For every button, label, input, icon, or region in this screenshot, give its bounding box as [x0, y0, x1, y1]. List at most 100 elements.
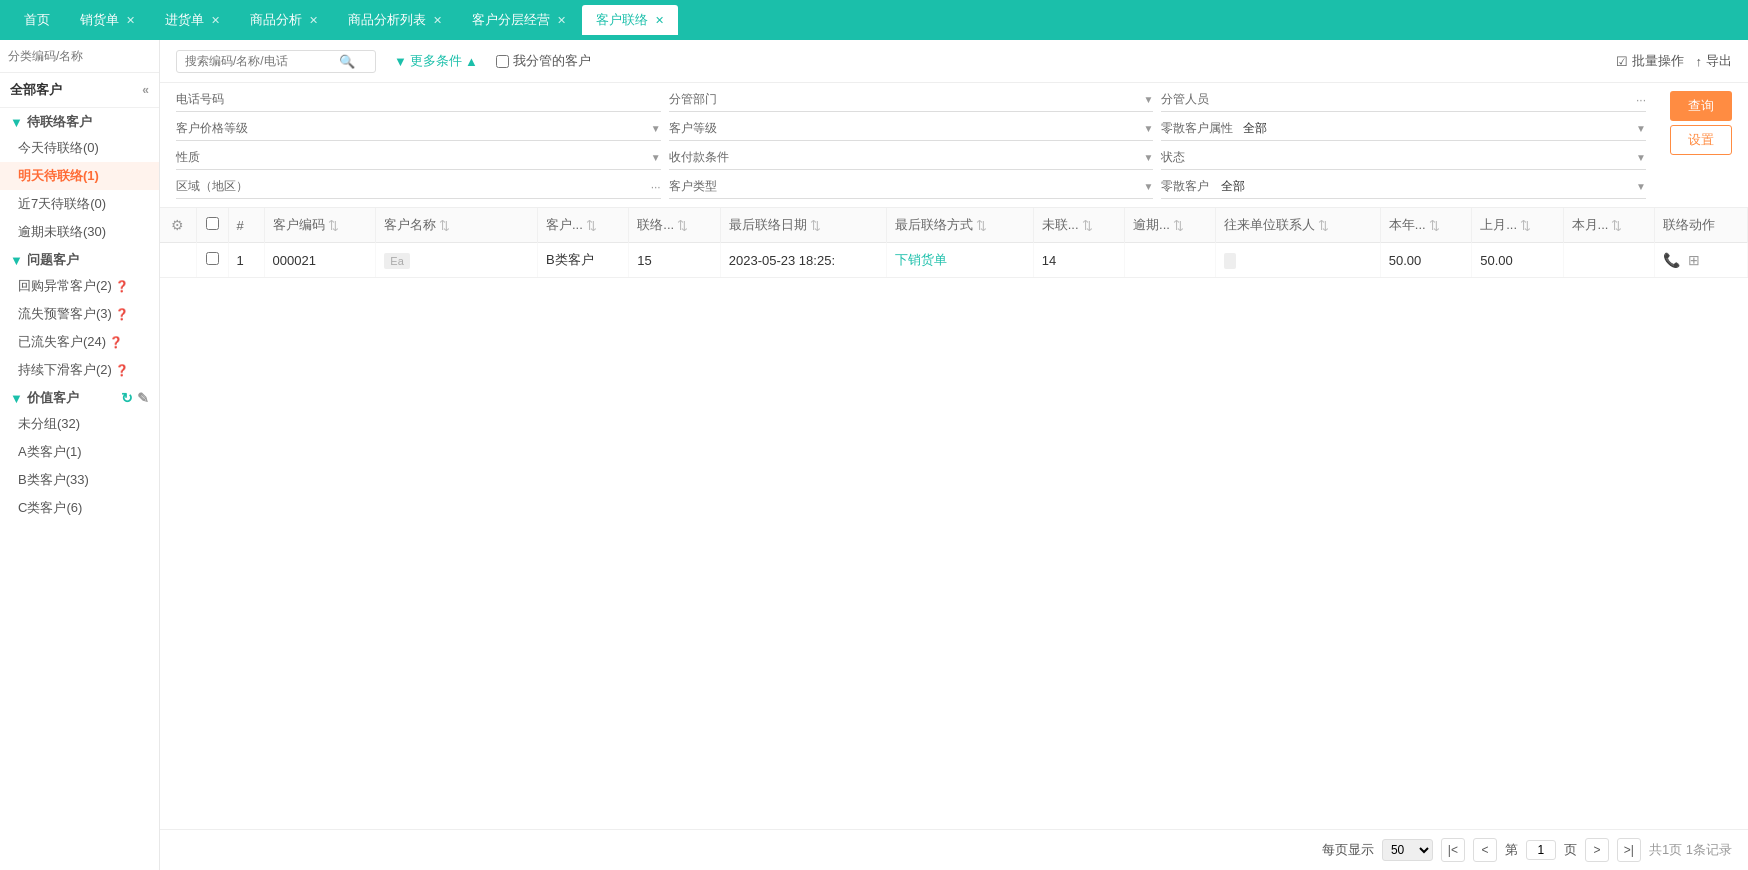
export-btn[interactable]: ↑ 导出 — [1696, 52, 1733, 70]
col-overdue-sort-icon: ⇅ — [1173, 218, 1184, 233]
query-button[interactable]: 查询 — [1670, 91, 1732, 121]
nav-close-analysis-list[interactable]: ✕ — [433, 14, 442, 27]
col-this-month[interactable]: 本月... ⇅ — [1563, 208, 1654, 243]
nav-close-sales[interactable]: ✕ — [126, 14, 135, 27]
filter-payment-caret[interactable]: ▼ — [1143, 152, 1153, 163]
filter-retail-attr-caret[interactable]: ▼ — [1636, 123, 1646, 134]
settings-button[interactable]: 设置 — [1670, 125, 1732, 155]
col-overdue[interactable]: 逾期... ⇅ — [1125, 208, 1216, 243]
col-checkbox[interactable] — [196, 208, 228, 243]
action-phone-icon[interactable]: 📞 — [1663, 252, 1680, 268]
sidebar-search-input[interactable] — [8, 49, 158, 63]
last-method-link[interactable]: 下销货单 — [895, 252, 947, 267]
question-icon-2[interactable]: ❓ — [115, 308, 129, 320]
page-next-btn[interactable]: > — [1585, 838, 1609, 862]
col-not-contacted[interactable]: 未联... ⇅ — [1033, 208, 1124, 243]
sidebar-group-value[interactable]: ▼ 价值客户 ↻ ✎ — [0, 384, 159, 410]
filter-nature-caret[interactable]: ▼ — [651, 152, 661, 163]
my-customers-check[interactable]: 我分管的客户 — [496, 52, 591, 70]
gear-icon[interactable]: ⚙ — [171, 217, 184, 233]
filter-dept-input[interactable] — [731, 93, 1144, 107]
filter-dept-caret[interactable]: ▼ — [1143, 94, 1153, 105]
cell-last-month: 50.00 — [1472, 243, 1563, 278]
sidebar-item-week[interactable]: 近7天待联络(0) — [0, 190, 159, 218]
question-icon-1[interactable]: ❓ — [115, 280, 129, 292]
action-grid-icon[interactable]: ⊞ — [1688, 252, 1700, 268]
cell-last-method[interactable]: 下销货单 — [886, 243, 1033, 278]
value-group-refresh-icon[interactable]: ↻ — [121, 390, 133, 406]
sidebar-group-problem[interactable]: ▼ 问题客户 — [0, 246, 159, 272]
sidebar-item-churn-warning[interactable]: 流失预警客户(3) ❓ — [0, 300, 159, 328]
col-contact[interactable]: 联络... ⇅ — [629, 208, 720, 243]
cell-checkbox[interactable] — [196, 243, 228, 278]
filter-status-input[interactable] — [1223, 151, 1636, 165]
col-name[interactable]: 客户名称 ⇅ — [376, 208, 538, 243]
nav-close-analysis[interactable]: ✕ — [309, 14, 318, 27]
col-last-contact-method[interactable]: 最后联络方式 ⇅ — [886, 208, 1033, 243]
sidebar-item-declining[interactable]: 持续下滑客户(2) ❓ — [0, 356, 159, 384]
nav-item-customer-tier[interactable]: 客户分层经营 ✕ — [458, 5, 580, 35]
nav-item-home[interactable]: 首页 — [10, 5, 64, 35]
sidebar-item-today[interactable]: 今天待联络(0) — [0, 134, 159, 162]
nav-item-analysis-list[interactable]: 商品分析列表 ✕ — [334, 5, 456, 35]
filter-payment-input[interactable] — [735, 151, 1144, 165]
row-checkbox[interactable] — [206, 252, 219, 265]
filter-price-level-caret[interactable]: ▼ — [651, 123, 661, 134]
sidebar-item-tomorrow[interactable]: 明天待联络(1) — [0, 162, 159, 190]
filter-phone-input[interactable] — [238, 93, 661, 107]
nav-item-analysis[interactable]: 商品分析 ✕ — [236, 5, 332, 35]
filter-person-dots[interactable]: ··· — [1636, 93, 1646, 107]
filter-price-level-input[interactable] — [254, 122, 651, 136]
col-type[interactable]: 客户... ⇅ — [537, 208, 628, 243]
sidebar-item-churned[interactable]: 已流失客户(24) ❓ — [0, 328, 159, 356]
sidebar-item-c-class[interactable]: C类客户(6) — [0, 494, 159, 522]
nav-close-customer-contact[interactable]: ✕ — [655, 14, 664, 27]
filter-region-input[interactable] — [254, 180, 651, 194]
page-number-input[interactable] — [1526, 840, 1556, 860]
question-icon-3[interactable]: ❓ — [109, 336, 123, 348]
select-all-checkbox[interactable] — [206, 217, 219, 230]
sidebar-item-repurchase-abnormal[interactable]: 回购异常客户(2) ❓ — [0, 272, 159, 300]
filter-region-dots[interactable]: ··· — [651, 180, 661, 194]
sidebar-item-overdue[interactable]: 逾期未联络(30) — [0, 218, 159, 246]
sidebar-group-pending[interactable]: ▼ 待联络客户 — [0, 108, 159, 134]
col-not-contacted-sorter: 未联... ⇅ — [1042, 216, 1093, 234]
page-prev-btn[interactable]: < — [1473, 838, 1497, 862]
nav-item-sales[interactable]: 销货单 ✕ — [66, 5, 149, 35]
filter-customer-type-label: 客户类型 — [669, 178, 725, 195]
nav-close-customer-tier[interactable]: ✕ — [557, 14, 566, 27]
filter-customer-level-input[interactable] — [731, 122, 1144, 136]
col-last-month[interactable]: 上月... ⇅ — [1472, 208, 1563, 243]
filter-retail-value: 全部 — [1221, 178, 1245, 195]
more-conditions-btn[interactable]: ▼ 更多条件 ▲ — [386, 48, 486, 74]
filter-customer-type-input[interactable] — [731, 180, 1144, 194]
nav-item-purchase[interactable]: 进货单 ✕ — [151, 5, 234, 35]
sidebar-all-customers[interactable]: 全部客户 « — [0, 73, 159, 108]
page-first-btn[interactable]: |< — [1441, 838, 1465, 862]
batch-ops-btn[interactable]: ☑ 批量操作 — [1616, 52, 1684, 70]
col-this-year[interactable]: 本年... ⇅ — [1380, 208, 1471, 243]
col-code[interactable]: 客户编码 ⇅ — [264, 208, 376, 243]
filter-nature-input[interactable] — [238, 151, 651, 165]
nav-close-purchase[interactable]: ✕ — [211, 14, 220, 27]
filter-retail-caret[interactable]: ▼ — [1636, 181, 1646, 192]
sidebar-item-a-class[interactable]: A类客户(1) — [0, 438, 159, 466]
search-input[interactable] — [185, 54, 335, 68]
col-last-contact-date[interactable]: 最后联络日期 ⇅ — [720, 208, 886, 243]
page-last-btn[interactable]: >| — [1617, 838, 1641, 862]
sidebar-item-ungrouped[interactable]: 未分组(32) — [0, 410, 159, 438]
filter-customer-level-caret[interactable]: ▼ — [1143, 123, 1153, 134]
filter-customer-type-caret[interactable]: ▼ — [1143, 181, 1153, 192]
question-icon-4[interactable]: ❓ — [115, 364, 129, 376]
value-group-edit-icon[interactable]: ✎ — [137, 390, 149, 406]
filter-person-input[interactable] — [1223, 93, 1636, 107]
nav-item-customer-contact[interactable]: 客户联络 ✕ — [582, 5, 678, 35]
col-gear[interactable]: ⚙ — [160, 208, 196, 243]
filter-status-caret[interactable]: ▼ — [1636, 152, 1646, 163]
my-customers-checkbox[interactable] — [496, 55, 509, 68]
per-page-select[interactable]: 50 100 200 — [1382, 839, 1433, 861]
search-submit-icon[interactable]: 🔍 — [339, 54, 355, 69]
col-unit-contact[interactable]: 往来单位联系人 ⇅ — [1216, 208, 1380, 243]
top-nav: 首页 销货单 ✕ 进货单 ✕ 商品分析 ✕ 商品分析列表 ✕ 客户分层经营 ✕ … — [0, 0, 1748, 40]
sidebar-item-b-class[interactable]: B类客户(33) — [0, 466, 159, 494]
